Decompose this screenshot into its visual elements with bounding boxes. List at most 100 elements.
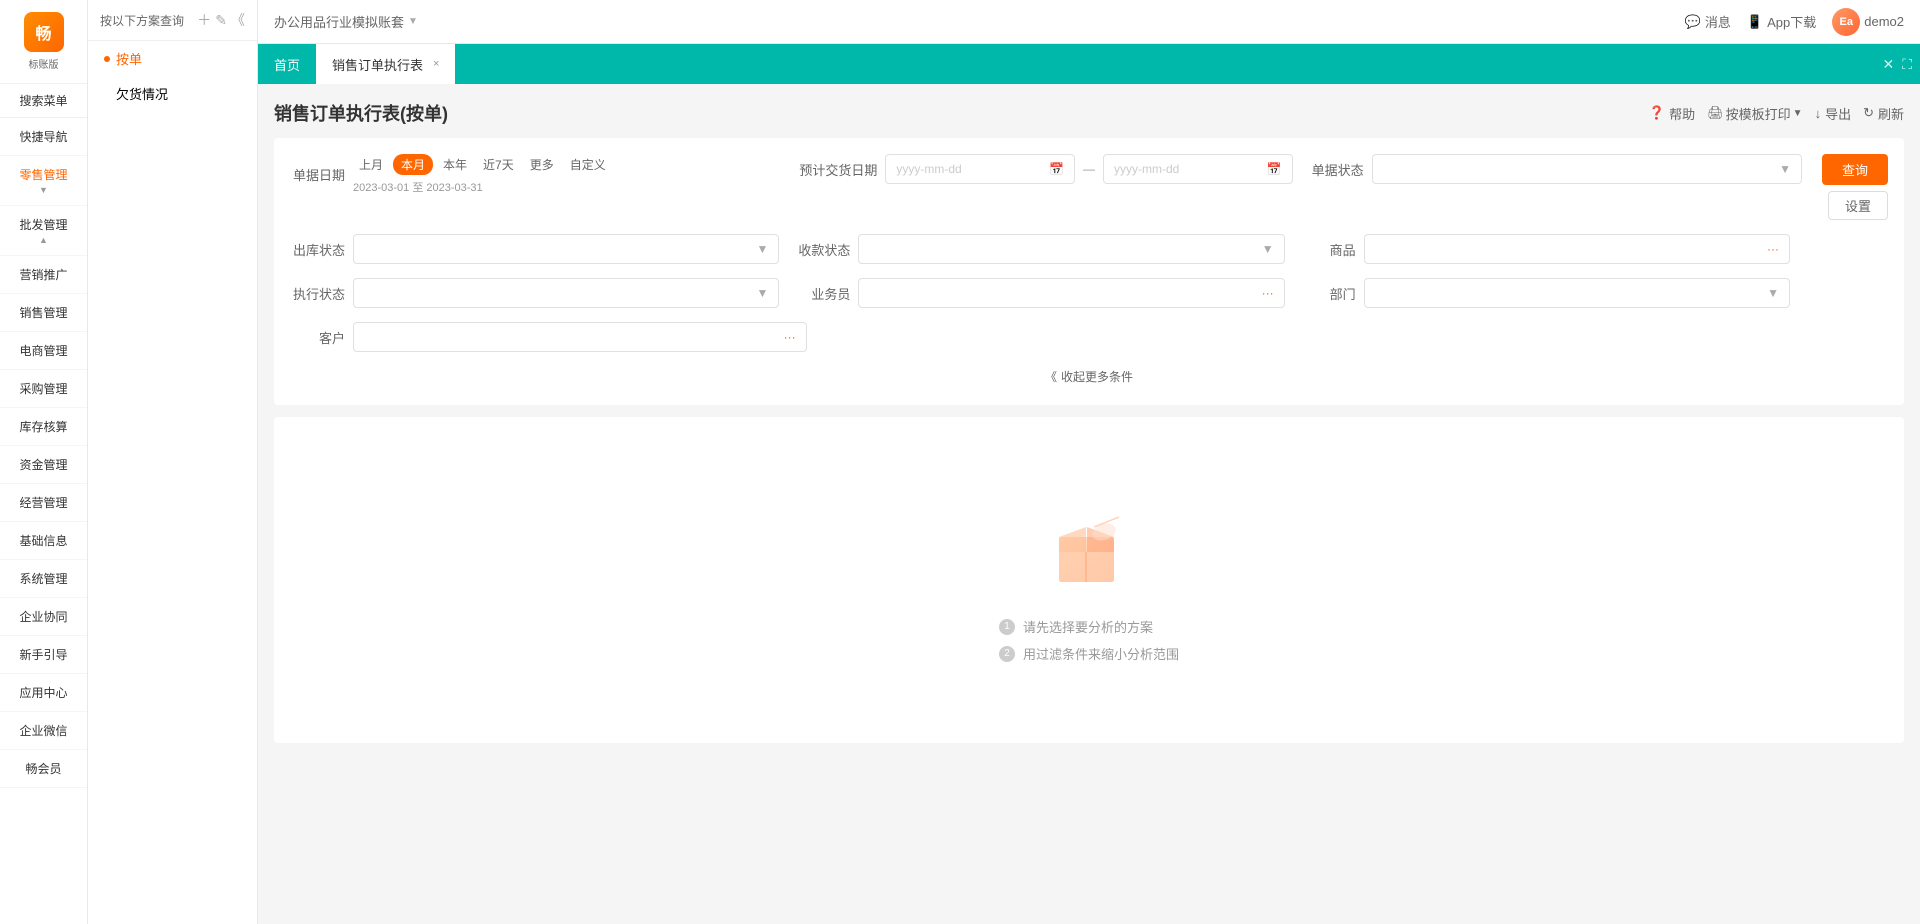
user-action[interactable]: Ea demo2 <box>1832 8 1904 36</box>
maximize-window-icon[interactable]: ⛶ <box>1902 56 1912 73</box>
sidebar-item-ecom[interactable]: 电商管理 <box>0 332 87 370</box>
page-actions: ❓ 帮助 🖨 按模板打印 ▼ ↓ 导出 ↻ 刷新 <box>1649 104 1904 123</box>
export-button[interactable]: ↓ 导出 <box>1815 104 1852 123</box>
sidebar-item-wholesale[interactable]: 批发管理 ▲ <box>0 206 87 256</box>
schema-item-by-order[interactable]: 按单 <box>88 41 257 76</box>
tab-close-icon[interactable]: × <box>433 58 439 70</box>
sidebar-item-ops[interactable]: 经营管理 <box>0 484 87 522</box>
query-button[interactable]: 查询 <box>1822 154 1888 185</box>
search-label[interactable]: 搜索菜单 <box>19 92 67 109</box>
salesman-label: 业务员 <box>795 284 850 303</box>
date-tab-more[interactable]: 更多 <box>524 154 560 175</box>
status-select[interactable]: ▼ <box>1372 154 1802 184</box>
edit-schema-icon[interactable]: ✎ <box>215 12 227 29</box>
sidebar-item-retail[interactable]: 零售管理 ▼ <box>0 156 87 206</box>
app-download-action[interactable]: 📱 App下载 <box>1747 12 1816 31</box>
customer-label: 客户 <box>290 328 345 347</box>
ecom-label: 电商管理 <box>19 342 67 359</box>
sidebar-item-marketing[interactable]: 营销推广 <box>0 256 87 294</box>
expected-date-end[interactable]: yyyy-mm-dd 📅 <box>1103 154 1293 184</box>
schema-query-label: 按以下方案查询 <box>100 12 184 29</box>
empty-illustration <box>1039 497 1139 597</box>
date-tab-group: 上月 本月 本年 近7天 更多 自定义 <box>353 154 612 175</box>
print-button[interactable]: 🖨 按模板打印 ▼ <box>1707 104 1802 123</box>
query-setting-buttons: 查询 设置 <box>1818 154 1888 220</box>
sidebar-item-sales[interactable]: 销售管理 <box>0 294 87 332</box>
shortcut-label: 快捷导航 <box>19 128 67 145</box>
tip-2-text: 用过滤条件来缩小分析范围 <box>1023 644 1179 663</box>
dots-icon-2[interactable]: ··· <box>1262 286 1274 300</box>
schema-item-shortage[interactable]: 欠货情况 <box>88 76 257 111</box>
message-label: 消息 <box>1705 12 1731 31</box>
receive-status-select[interactable]: ▼ <box>858 234 1284 264</box>
sidebar-search[interactable]: 搜索菜单 <box>0 84 87 118</box>
empty-tip-1: 1 请先选择要分析的方案 <box>999 617 1179 636</box>
dots-icon-3[interactable]: ··· <box>784 330 796 344</box>
sidebar: 畅 标账版 搜索菜单 快捷导航 零售管理 ▼ 批发管理 ▲ 营销推广 销售管理 … <box>0 0 88 924</box>
sales-label: 销售管理 <box>19 304 67 321</box>
message-action[interactable]: 💬 消息 <box>1685 12 1731 31</box>
date-separator: — <box>1083 162 1095 176</box>
sidebar-item-inventory[interactable]: 库存核算 <box>0 408 87 446</box>
dept-select[interactable]: ▼ <box>1364 278 1790 308</box>
sidebar-item-appcenter[interactable]: 应用中心 <box>0 674 87 712</box>
calendar-icon: 📅 <box>1049 162 1064 176</box>
tip-num-1: 1 <box>999 619 1015 635</box>
tab-home[interactable]: 首页 <box>258 44 316 84</box>
empty-tip-2: 2 用过滤条件来缩小分析范围 <box>999 644 1179 663</box>
salesman-input[interactable]: ··· <box>858 278 1284 308</box>
chevron-up-icon: ▲ <box>39 235 48 245</box>
exec-status-select[interactable]: ▼ <box>353 278 779 308</box>
add-schema-icon[interactable]: ＋ <box>197 10 211 30</box>
tab-sales-exec[interactable]: 销售订单执行表 × <box>316 44 455 84</box>
member-label: 畅会员 <box>25 760 61 777</box>
date-tab-last-month[interactable]: 上月 <box>353 154 389 175</box>
date-tab-custom[interactable]: 自定义 <box>564 154 612 175</box>
filter-panel: 单据日期 上月 本月 本年 近7天 更多 自定义 2023-03-01 至 20… <box>274 138 1904 405</box>
sidebar-item-base[interactable]: 基础信息 <box>0 522 87 560</box>
sidebar-item-corp[interactable]: 企业协同 <box>0 598 87 636</box>
username-label: demo2 <box>1864 14 1904 29</box>
goods-label: 商品 <box>1301 240 1356 259</box>
goods-input[interactable]: ··· <box>1364 234 1790 264</box>
close-window-icon[interactable]: ✕ <box>1882 56 1894 73</box>
sidebar-item-guide[interactable]: 新手引导 <box>0 636 87 674</box>
dots-icon[interactable]: ··· <box>1767 242 1779 256</box>
date-tab-7days[interactable]: 近7天 <box>477 154 520 175</box>
refresh-icon: ↻ <box>1863 105 1874 121</box>
expected-date-start[interactable]: yyyy-mm-dd 📅 <box>885 154 1075 184</box>
chevron-down-icon: ▼ <box>408 16 418 27</box>
date-start-placeholder: yyyy-mm-dd <box>896 162 961 176</box>
page-header: 销售订单执行表(按单) ❓ 帮助 🖨 按模板打印 ▼ ↓ 导出 ↻ 刷新 <box>274 100 1904 126</box>
out-status-select[interactable]: ▼ <box>353 234 779 264</box>
dept-label: 部门 <box>1301 284 1356 303</box>
ops-label: 经营管理 <box>19 494 67 511</box>
help-button[interactable]: ❓ 帮助 <box>1649 104 1695 123</box>
collapse-button[interactable]: 《 收起更多条件 <box>290 360 1888 389</box>
sidebar-item-finance[interactable]: 资金管理 <box>0 446 87 484</box>
date-tab-this-month[interactable]: 本月 <box>393 154 433 175</box>
sidebar-item-member[interactable]: 畅会员 <box>0 750 87 788</box>
marketing-label: 营销推广 <box>19 266 67 283</box>
main-content: 办公用品行业模拟账套 ▼ 💬 消息 📱 App下载 Ea demo2 首页 <box>258 0 1920 924</box>
sidebar-item-system[interactable]: 系统管理 <box>0 560 87 598</box>
logo-text: 标账版 <box>29 56 59 71</box>
refresh-button[interactable]: ↻ 刷新 <box>1863 104 1904 123</box>
collapse-schema-icon[interactable]: 《 <box>231 10 245 30</box>
tab-sales-exec-label: 销售订单执行表 <box>332 55 423 74</box>
setting-button[interactable]: 设置 <box>1828 191 1888 220</box>
sidebar-item-wechat[interactable]: 企业微信 <box>0 712 87 750</box>
avatar: Ea <box>1832 8 1860 36</box>
app-selector[interactable]: 办公用品行业模拟账套 ▼ <box>274 12 418 31</box>
chevron-down-icon: ▼ <box>1793 108 1803 119</box>
sidebar-item-purchase[interactable]: 采购管理 <box>0 370 87 408</box>
date-tab-this-year[interactable]: 本年 <box>437 154 473 175</box>
customer-input[interactable]: ··· <box>353 322 807 352</box>
sidebar-shortcut[interactable]: 快捷导航 <box>0 118 87 156</box>
logo-icon: 畅 <box>24 12 64 52</box>
guide-label: 新手引导 <box>19 646 67 663</box>
top-bar-right: 💬 消息 📱 App下载 Ea demo2 <box>1685 8 1904 36</box>
avatar-text: Ea <box>1840 16 1853 28</box>
chevron-down-icon: ▼ <box>1262 242 1274 256</box>
system-label: 系统管理 <box>19 570 67 587</box>
